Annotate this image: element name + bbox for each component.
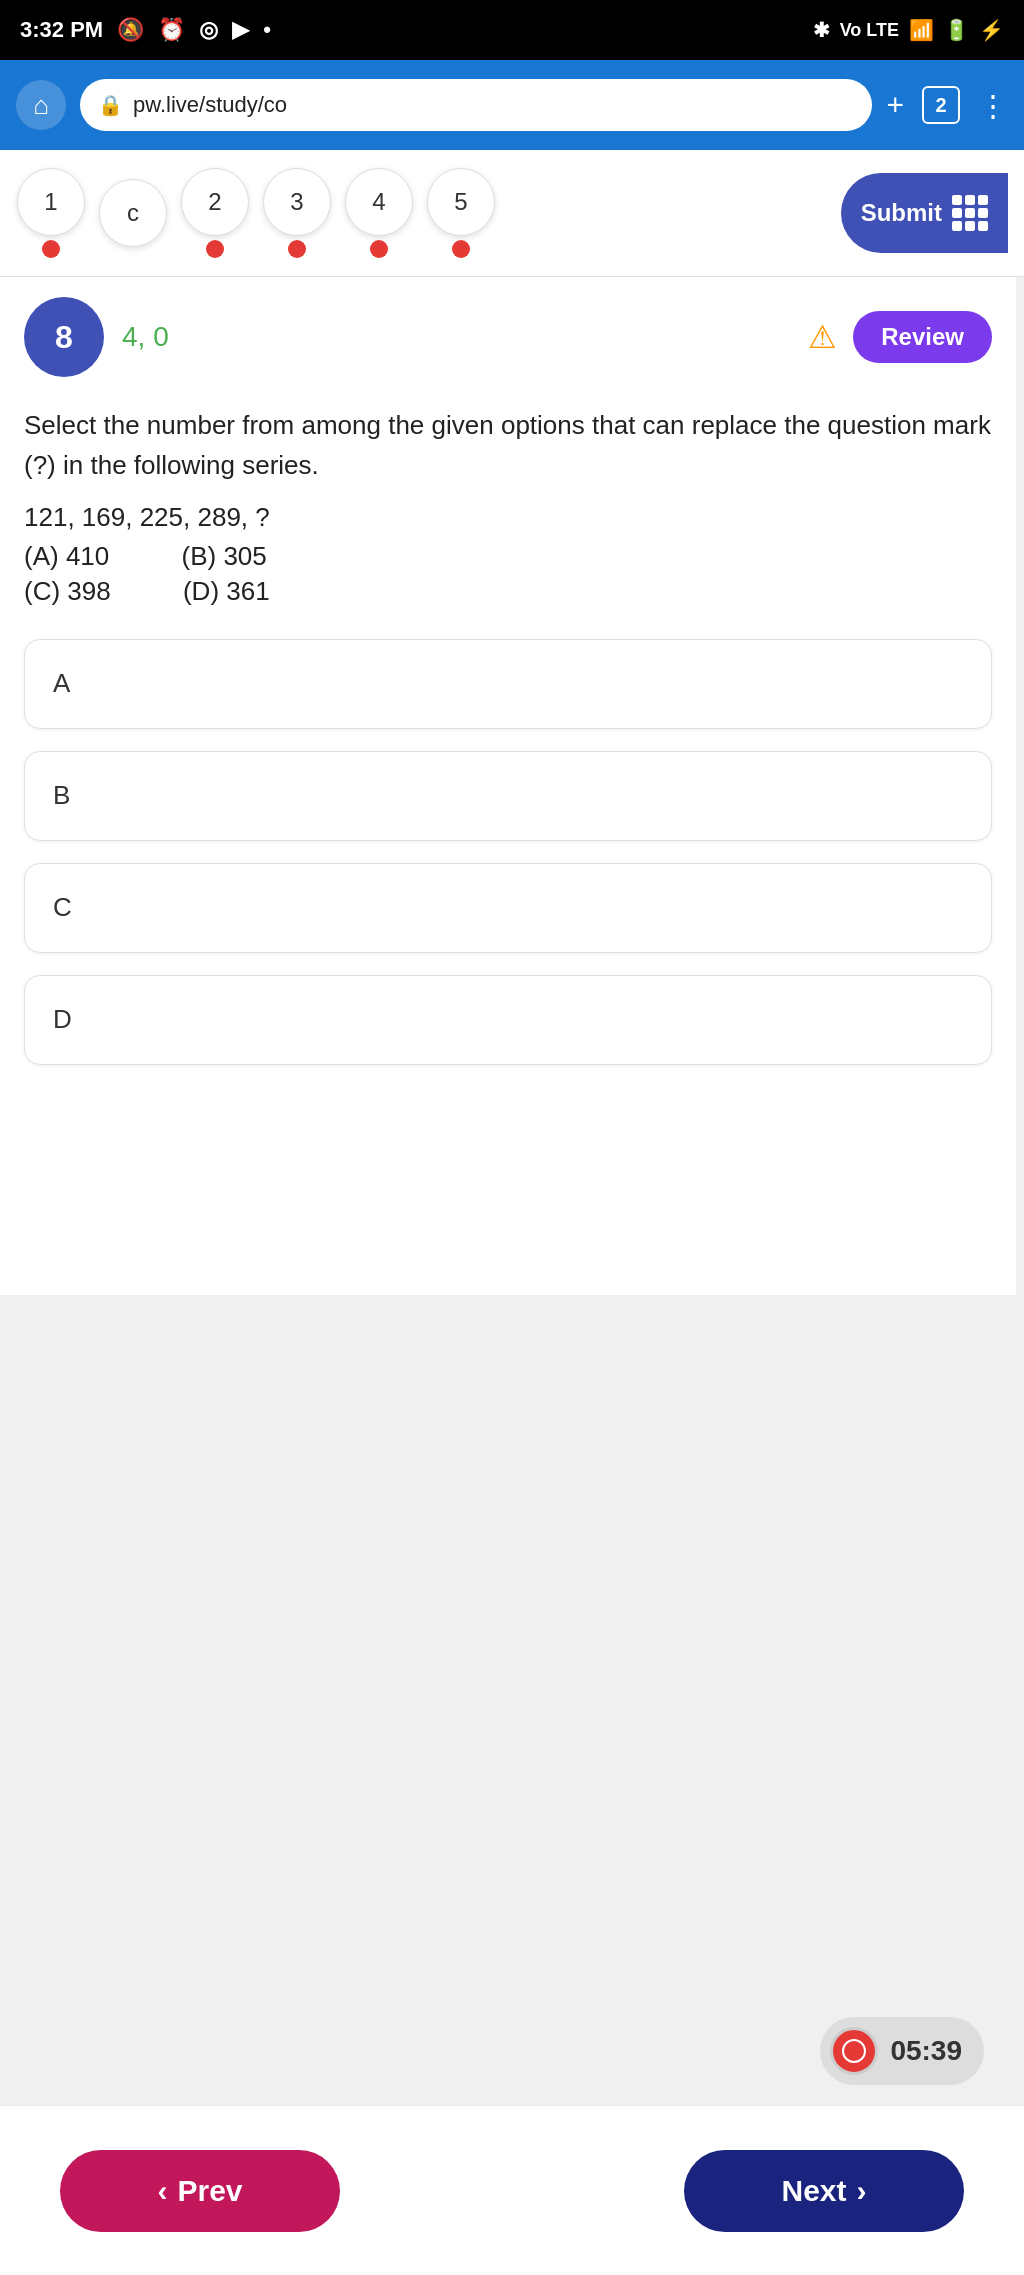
answer-option-d[interactable]: D xyxy=(24,975,992,1065)
next-label: Next xyxy=(781,2174,846,2208)
next-chevron-icon: › xyxy=(857,2174,867,2208)
play-icon: ▶ xyxy=(232,17,249,43)
nav-dot-5 xyxy=(452,240,470,258)
nav-num-4[interactable]: 4 xyxy=(345,168,413,236)
answer-option-c[interactable]: C xyxy=(24,863,992,953)
nav-item-4[interactable]: 4 xyxy=(344,168,414,258)
alarm-icon: ⏰ xyxy=(158,17,185,43)
nav-num-2[interactable]: 2 xyxy=(181,168,249,236)
question-series: 121, 169, 225, 289, ? xyxy=(24,502,992,533)
question-option-a-text: (A) 410 (B) 305 xyxy=(24,541,992,572)
main-content: 8 4, 0 ⚠ Review Select the number from a… xyxy=(0,277,1016,1295)
nav-item-c[interactable]: c xyxy=(98,179,168,247)
home-button[interactable]: ⌂ xyxy=(16,80,66,130)
nav-dot-2 xyxy=(206,240,224,258)
status-time: 3:32 PM xyxy=(20,17,103,43)
nav-dot-3 xyxy=(288,240,306,258)
dot-icon: • xyxy=(263,17,271,43)
grid-icon xyxy=(952,195,988,231)
question-header: 8 4, 0 ⚠ Review xyxy=(24,297,992,377)
question-score: 4, 0 xyxy=(122,321,169,353)
score-value: 4, 0 xyxy=(122,321,169,352)
question-option-c-text: (C) 398 (D) 361 xyxy=(24,576,992,607)
url-bar[interactable]: 🔒 pw.live/study/co xyxy=(80,79,872,131)
bluetooth-icon: ✱ xyxy=(813,18,830,42)
signal-icon: 📶 xyxy=(909,18,934,42)
timer-record-inner xyxy=(842,2039,866,2063)
url-text: pw.live/study/co xyxy=(133,92,287,118)
browser-bar: ⌂ 🔒 pw.live/study/co + 2 ⋮ xyxy=(0,60,1024,150)
nav-num-5[interactable]: 5 xyxy=(427,168,495,236)
status-right: ✱ Vo LTE 📶 🔋 ⚡ xyxy=(813,18,1004,42)
tab-count[interactable]: 2 xyxy=(922,86,960,124)
bell-off-icon: 🔕 xyxy=(117,17,144,43)
nav-item-1[interactable]: 1 xyxy=(16,168,86,258)
answer-option-b[interactable]: B xyxy=(24,751,992,841)
nav-dot-1 xyxy=(42,240,60,258)
lock-icon: 🔒 xyxy=(98,93,123,117)
review-button[interactable]: Review xyxy=(853,311,992,363)
submit-label: Submit xyxy=(861,199,942,227)
whatsapp-icon: ◎ xyxy=(199,17,218,43)
browser-actions: + 2 ⋮ xyxy=(886,86,1008,124)
timer-record-button[interactable] xyxy=(830,2027,878,2075)
question-text: Select the number from among the given o… xyxy=(24,405,992,486)
next-button[interactable]: Next › xyxy=(684,2150,964,2232)
warning-icon[interactable]: ⚠ xyxy=(808,318,837,356)
nav-item-3[interactable]: 3 xyxy=(262,168,332,258)
submit-button[interactable]: Submit xyxy=(841,173,1008,253)
prev-label: Prev xyxy=(177,2174,242,2208)
answer-options: A B C D xyxy=(24,639,992,1065)
nav-num-c[interactable]: c xyxy=(99,179,167,247)
bottom-nav: ‹ Prev Next › xyxy=(0,2105,1024,2275)
charging-icon: ⚡ xyxy=(979,18,1004,42)
prev-chevron-icon: ‹ xyxy=(157,2174,167,2208)
timer-display: 05:39 xyxy=(890,2035,962,2067)
nav-item-2[interactable]: 2 xyxy=(180,168,250,258)
nav-num-3[interactable]: 3 xyxy=(263,168,331,236)
menu-icon[interactable]: ⋮ xyxy=(978,88,1008,123)
battery-icon: 🔋 xyxy=(944,18,969,42)
question-nav: 1 c 2 3 4 5 Submit xyxy=(0,150,1024,277)
nav-item-5[interactable]: 5 xyxy=(426,168,496,258)
status-left: 3:32 PM 🔕 ⏰ ◎ ▶ • xyxy=(20,17,271,43)
timer: 05:39 xyxy=(820,2017,984,2085)
add-tab-icon[interactable]: + xyxy=(886,88,904,122)
nav-num-1[interactable]: 1 xyxy=(17,168,85,236)
answer-option-a[interactable]: A xyxy=(24,639,992,729)
status-bar: 3:32 PM 🔕 ⏰ ◎ ▶ • ✱ Vo LTE 📶 🔋 ⚡ xyxy=(0,0,1024,60)
nav-dot-4 xyxy=(370,240,388,258)
lte-icon: Vo LTE xyxy=(840,20,899,41)
question-number: 8 xyxy=(24,297,104,377)
prev-button[interactable]: ‹ Prev xyxy=(60,2150,340,2232)
question-actions: ⚠ Review xyxy=(808,311,992,363)
